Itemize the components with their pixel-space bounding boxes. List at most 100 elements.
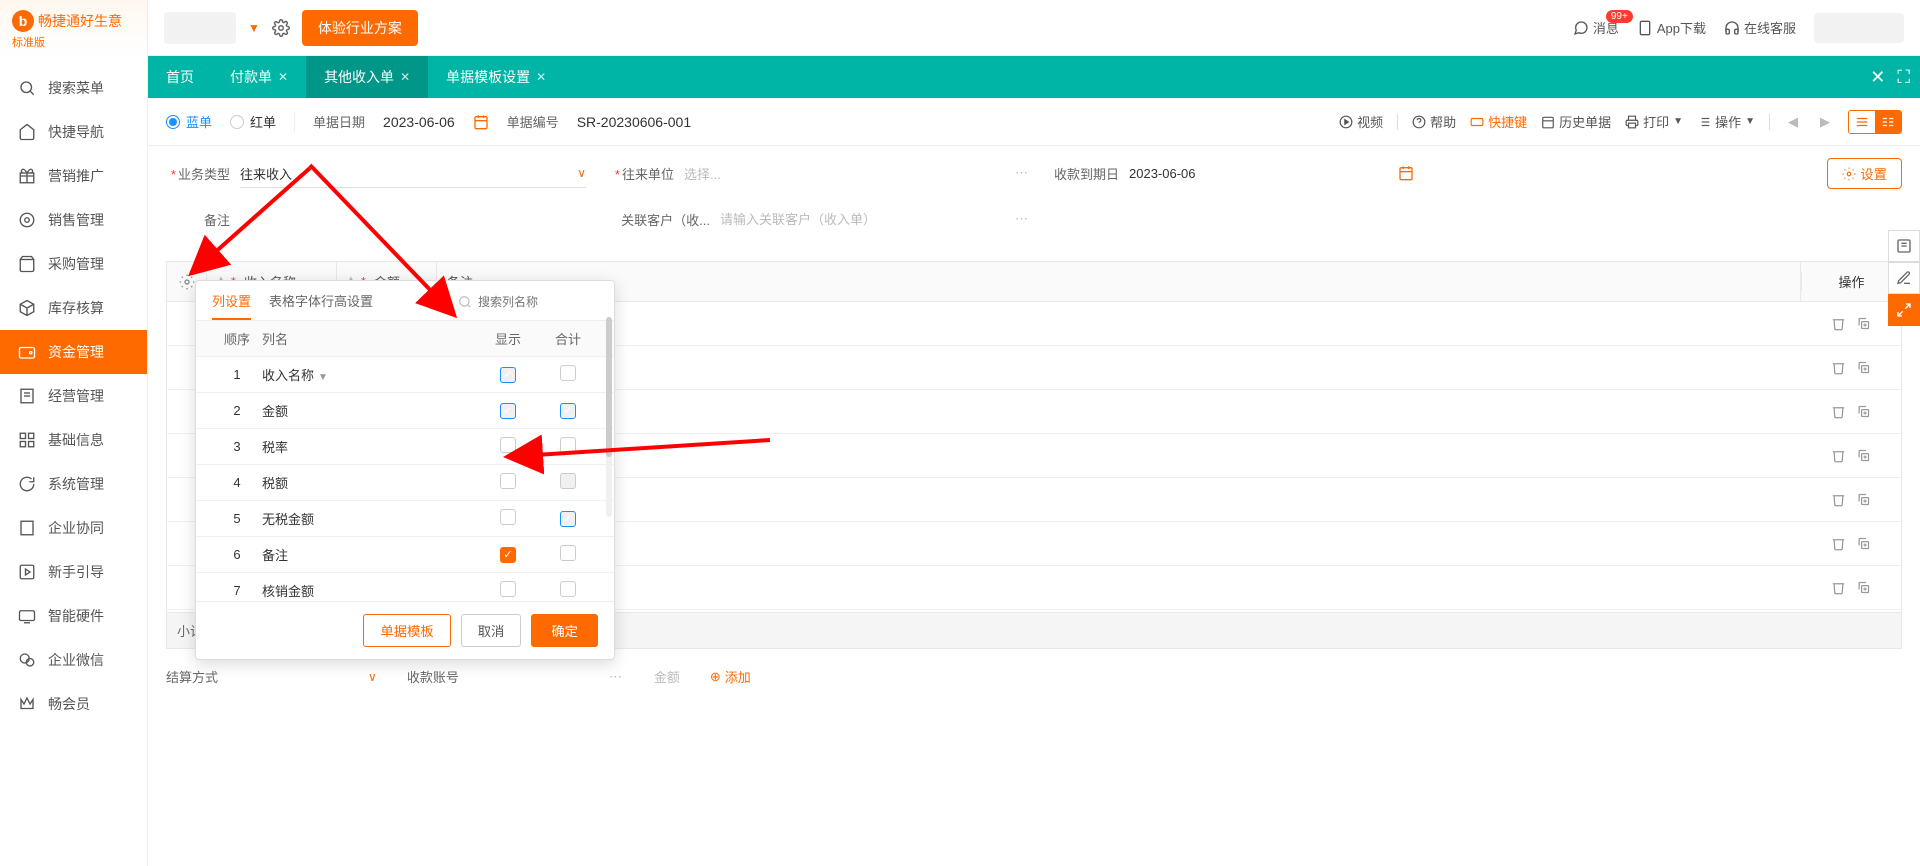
- checkbox-icon[interactable]: [500, 473, 516, 489]
- field-biz-type[interactable]: *业务类型 往来收入∨: [166, 160, 586, 188]
- sidebar-item-9[interactable]: 系统管理: [0, 462, 147, 506]
- more-icon[interactable]: ⋯: [1015, 211, 1030, 227]
- prev-icon[interactable]: ◀: [1784, 113, 1802, 131]
- popover-row[interactable]: 7核销金额: [196, 573, 614, 601]
- field-account[interactable]: 收款账号⋯: [407, 667, 624, 686]
- help-button[interactable]: 帮助: [1412, 112, 1456, 131]
- maximize-icon[interactable]: ⛶: [1897, 67, 1910, 88]
- sidebar-item-2[interactable]: 营销推广: [0, 154, 147, 198]
- popover-row[interactable]: 3税率: [196, 429, 614, 465]
- delete-icon[interactable]: [1831, 536, 1846, 551]
- popover-scrollbar[interactable]: [606, 321, 612, 517]
- video-button[interactable]: 视频: [1339, 112, 1383, 131]
- sidebar-item-12[interactable]: 智能硬件: [0, 594, 147, 638]
- sidebar-item-13[interactable]: 企业微信: [0, 638, 147, 682]
- field-remark[interactable]: 备注: [166, 210, 586, 229]
- radio-blue[interactable]: 蓝单: [166, 112, 212, 131]
- close-tab-icon[interactable]: ✕: [1870, 67, 1885, 88]
- tab-付款单[interactable]: 付款单✕: [212, 56, 306, 98]
- sidebar-item-3[interactable]: 销售管理: [0, 198, 147, 242]
- copy-icon[interactable]: [1856, 580, 1871, 595]
- popover-search[interactable]: [458, 291, 598, 320]
- field-due-date[interactable]: 收款到期日 2023-06-06: [1054, 161, 1414, 186]
- cancel-button[interactable]: 取消: [461, 614, 522, 647]
- copy-icon[interactable]: [1856, 448, 1871, 463]
- delete-icon[interactable]: [1831, 316, 1846, 331]
- float-expand-icon[interactable]: [1888, 294, 1920, 326]
- sidebar-item-6[interactable]: 资金管理: [0, 330, 147, 374]
- more-icon[interactable]: ⋯: [1015, 165, 1030, 181]
- popover-row[interactable]: 1收入名称▼✓: [196, 357, 614, 393]
- sidebar-item-4[interactable]: 采购管理: [0, 242, 147, 286]
- copy-icon[interactable]: [1856, 536, 1871, 551]
- chevron-down-icon[interactable]: ∨: [577, 166, 586, 180]
- checkbox-icon[interactable]: [500, 509, 516, 525]
- delete-icon[interactable]: [1831, 492, 1846, 507]
- popover-search-input[interactable]: [478, 295, 598, 309]
- template-button[interactable]: 单据模板: [363, 614, 450, 647]
- operate-button[interactable]: 操作▼: [1697, 112, 1755, 131]
- chevron-down-icon[interactable]: ▼: [248, 21, 260, 35]
- field-amount[interactable]: 金额: [654, 667, 680, 686]
- chevron-down-icon[interactable]: ∨: [368, 670, 377, 684]
- popover-tab-font[interactable]: 表格字体行高设置: [269, 291, 373, 320]
- popover-row[interactable]: 2金额✓✓: [196, 393, 614, 429]
- float-edit-icon[interactable]: [1888, 262, 1920, 294]
- checkbox-icon[interactable]: [500, 581, 516, 597]
- copy-icon[interactable]: [1856, 316, 1871, 331]
- copy-icon[interactable]: [1856, 404, 1871, 419]
- checkbox-icon[interactable]: [560, 365, 576, 381]
- settings-button[interactable]: 设置: [1827, 158, 1902, 189]
- sidebar-item-7[interactable]: 经营管理: [0, 374, 147, 418]
- online-service-button[interactable]: 在线客服: [1724, 18, 1796, 37]
- popover-row[interactable]: 4税额: [196, 465, 614, 501]
- app-download-button[interactable]: App下载: [1637, 18, 1706, 37]
- close-icon[interactable]: ✕: [278, 70, 288, 84]
- sidebar-item-14[interactable]: 畅会员: [0, 682, 147, 726]
- checkbox-icon[interactable]: ✓: [500, 547, 516, 563]
- sidebar-item-8[interactable]: 基础信息: [0, 418, 147, 462]
- gear-icon[interactable]: [272, 19, 290, 37]
- tab-首页[interactable]: 首页: [148, 56, 212, 98]
- copy-icon[interactable]: [1856, 492, 1871, 507]
- field-party[interactable]: *往来单位 选择...⋯: [610, 160, 1030, 188]
- checkbox-icon[interactable]: [500, 437, 516, 453]
- checkbox-icon[interactable]: [560, 545, 576, 561]
- try-plan-button[interactable]: 体验行业方案: [302, 10, 418, 46]
- tab-其他收入单[interactable]: 其他收入单✕: [306, 56, 428, 98]
- delete-icon[interactable]: [1831, 448, 1846, 463]
- field-settlement[interactable]: 结算方式∨: [166, 667, 377, 686]
- shortcut-button[interactable]: 快捷键: [1470, 112, 1527, 131]
- col-remark[interactable]: 备注: [437, 262, 1801, 301]
- sidebar-item-1[interactable]: 快捷导航: [0, 110, 147, 154]
- add-button[interactable]: ⊕添加: [710, 667, 751, 686]
- checkbox-icon[interactable]: [560, 437, 576, 453]
- tab-单据模板设置[interactable]: 单据模板设置✕: [428, 56, 564, 98]
- calendar-icon[interactable]: [473, 114, 489, 130]
- delete-icon[interactable]: [1831, 580, 1846, 595]
- calendar-icon[interactable]: [1398, 165, 1414, 181]
- view-list-icon[interactable]: [1849, 111, 1875, 133]
- sidebar-item-10[interactable]: 企业协同: [0, 506, 147, 550]
- popover-tab-columns[interactable]: 列设置: [212, 291, 251, 320]
- close-icon[interactable]: ✕: [536, 70, 546, 84]
- float-note-icon[interactable]: [1888, 230, 1920, 262]
- close-icon[interactable]: ✕: [400, 70, 410, 84]
- checkbox-icon[interactable]: [560, 581, 576, 597]
- more-icon[interactable]: ⋯: [609, 669, 624, 685]
- avatar[interactable]: [1814, 13, 1904, 43]
- field-customer[interactable]: 关联客户（收... 请输入关联客户（收入单）⋯: [610, 205, 1030, 233]
- view-card-icon[interactable]: [1875, 111, 1901, 133]
- history-button[interactable]: 历史单据: [1541, 112, 1611, 131]
- delete-icon[interactable]: [1831, 360, 1846, 375]
- delete-icon[interactable]: [1831, 404, 1846, 419]
- copy-icon[interactable]: [1856, 360, 1871, 375]
- sidebar-item-0[interactable]: 搜索菜单: [0, 66, 147, 110]
- sidebar-item-5[interactable]: 库存核算: [0, 286, 147, 330]
- sidebar-item-11[interactable]: 新手引导: [0, 550, 147, 594]
- radio-red[interactable]: 红单: [230, 112, 276, 131]
- popover-row[interactable]: 5无税金额✓: [196, 501, 614, 537]
- popover-row[interactable]: 6备注✓: [196, 537, 614, 573]
- next-icon[interactable]: ▶: [1816, 113, 1834, 131]
- org-selector[interactable]: [164, 12, 236, 44]
